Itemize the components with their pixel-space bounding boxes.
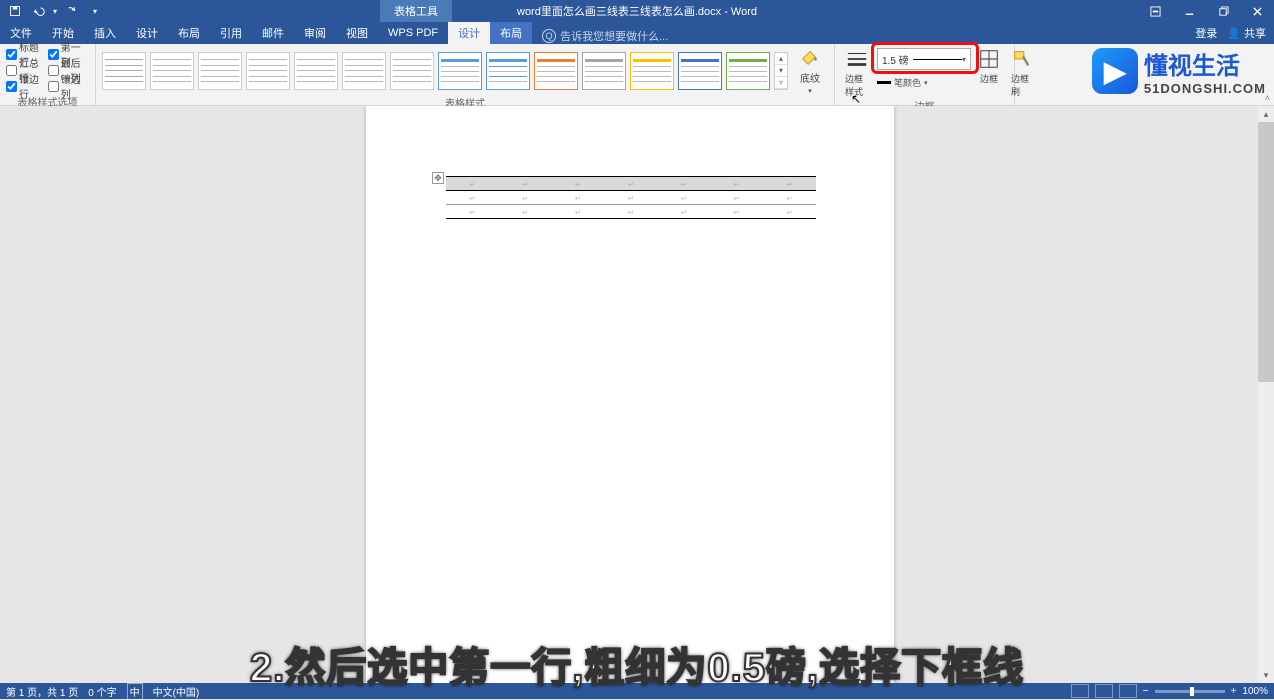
- group-borders: 边框样式 1.5 磅 ▾ 笔颜色▾ 边框 边框刷: [835, 44, 1015, 105]
- minimize-button[interactable]: [1172, 0, 1206, 22]
- style-thumb[interactable]: [102, 52, 146, 90]
- restore-button[interactable]: [1206, 0, 1240, 22]
- style-thumb[interactable]: [390, 52, 434, 90]
- pen-color-button[interactable]: 笔颜色▾: [877, 76, 971, 89]
- borders-icon: [978, 48, 1000, 70]
- zoom-level[interactable]: 100%: [1242, 686, 1268, 697]
- group-table-style-options: 标题行 汇总行 镶边行 第一列 最后一列 镶边列 表格样式选项: [0, 44, 96, 105]
- scroll-thumb[interactable]: [1258, 122, 1274, 382]
- style-thumb[interactable]: [294, 52, 338, 90]
- style-thumb[interactable]: [438, 52, 482, 90]
- qat-customize-button[interactable]: ▾: [84, 1, 106, 21]
- view-web-button[interactable]: [1119, 684, 1137, 698]
- tab-table-design[interactable]: 设计: [448, 22, 490, 44]
- tab-view[interactable]: 视图: [336, 22, 378, 44]
- table-row[interactable]: [446, 205, 816, 219]
- pen-weight-value: 1.5 磅: [882, 52, 909, 67]
- chevron-down-icon: ▾: [962, 55, 966, 64]
- style-thumb[interactable]: [630, 52, 674, 90]
- border-styles-button[interactable]: 边框样式: [841, 48, 873, 98]
- paint-bucket-icon: [799, 46, 821, 68]
- ribbon: 标题行 汇总行 镶边行 第一列 最后一列 镶边列 表格样式选项: [0, 44, 1274, 106]
- zoom-slider[interactable]: [1155, 690, 1225, 693]
- collapse-ribbon-button[interactable]: ˄: [1265, 93, 1270, 103]
- qat-sep: ▾: [52, 1, 58, 21]
- window-controls: [1138, 0, 1274, 22]
- tell-me-placeholder: 告诉我您想要做什么...: [560, 28, 668, 44]
- style-thumb[interactable]: [246, 52, 290, 90]
- status-lang-icon[interactable]: 中: [127, 683, 143, 700]
- title-bar: ▾ ▾ 表格工具 word里面怎么画三线表三线表怎么画.docx - Word: [0, 0, 1274, 22]
- view-print-button[interactable]: [1095, 684, 1113, 698]
- table-move-handle[interactable]: ✥: [432, 172, 444, 184]
- border-style-icon: [846, 48, 868, 70]
- status-words[interactable]: 0 个字: [88, 684, 116, 699]
- scroll-up-button[interactable]: ▴: [1258, 106, 1274, 122]
- tab-mailings[interactable]: 邮件: [252, 22, 294, 44]
- undo-button[interactable]: [28, 1, 50, 21]
- tab-review[interactable]: 审阅: [294, 22, 336, 44]
- tab-design[interactable]: 设计: [126, 22, 168, 44]
- tab-table-layout[interactable]: 布局: [490, 22, 532, 44]
- tell-me-search[interactable]: Q 告诉我您想要做什么...: [542, 28, 668, 44]
- pen-color-swatch-icon: [877, 81, 891, 84]
- style-thumb[interactable]: [582, 52, 626, 90]
- border-painter-icon: [1011, 48, 1033, 70]
- opt-banded-rows[interactable]: 镶边行: [6, 78, 40, 94]
- pen-weight-dropdown[interactable]: 1.5 磅 ▾: [877, 48, 971, 70]
- opt-banded-cols[interactable]: 镶边列: [48, 78, 89, 94]
- status-page[interactable]: 第 1 页，共 1 页: [6, 684, 78, 699]
- tab-wps-pdf[interactable]: WPS PDF: [378, 22, 448, 44]
- save-button[interactable]: [4, 1, 26, 21]
- scroll-down-button[interactable]: ▾: [1258, 667, 1274, 683]
- tab-layout[interactable]: 布局: [168, 22, 210, 44]
- status-right: − + 100%: [1071, 684, 1268, 698]
- document-table[interactable]: [446, 176, 816, 219]
- status-bar: 第 1 页，共 1 页 0 个字 中 中文(中国) − + 100%: [0, 683, 1274, 699]
- style-thumb[interactable]: [342, 52, 386, 90]
- gallery-scroll[interactable]: ▴▾▿: [774, 52, 788, 90]
- page: ✥: [366, 106, 894, 683]
- redo-button[interactable]: [60, 1, 82, 21]
- tab-insert[interactable]: 插入: [84, 22, 126, 44]
- style-thumb[interactable]: [486, 52, 530, 90]
- contextual-tab-label: 表格工具: [380, 0, 452, 22]
- line-preview-icon: [913, 59, 962, 60]
- view-read-button[interactable]: [1071, 684, 1089, 698]
- document-area[interactable]: ✥: [0, 106, 1258, 683]
- table-style-gallery[interactable]: ▴▾▿: [102, 52, 788, 90]
- vertical-scrollbar[interactable]: ▴ ▾: [1258, 106, 1274, 683]
- lightbulb-icon: Q: [542, 29, 556, 43]
- share-button[interactable]: 👤 共享: [1227, 25, 1266, 41]
- style-thumb[interactable]: [726, 52, 770, 90]
- style-thumb[interactable]: [678, 52, 722, 90]
- close-button[interactable]: [1240, 0, 1274, 22]
- border-painter-button[interactable]: 边框刷: [1007, 48, 1037, 98]
- style-thumb[interactable]: [198, 52, 242, 90]
- status-lang[interactable]: 中文(中国): [153, 684, 200, 699]
- table-row[interactable]: [446, 177, 816, 191]
- zoom-in-button[interactable]: +: [1231, 686, 1237, 697]
- account-area: 登录 👤 共享: [1195, 22, 1266, 44]
- group-table-styles: ▴▾▿ 底纹▾ 表格样式: [96, 44, 835, 105]
- zoom-out-button[interactable]: −: [1143, 686, 1149, 697]
- borders-button[interactable]: 边框: [975, 48, 1003, 85]
- tab-references[interactable]: 引用: [210, 22, 252, 44]
- style-thumb[interactable]: [534, 52, 578, 90]
- ribbon-tab-bar: 文件 开始 插入 设计 布局 引用 邮件 审阅 视图 WPS PDF 设计 布局…: [0, 22, 1274, 44]
- window-title: word里面怎么画三线表三线表怎么画.docx - Word: [0, 3, 1274, 19]
- table-row[interactable]: [446, 191, 816, 205]
- shading-button[interactable]: 底纹▾: [792, 46, 828, 95]
- quick-access-toolbar: ▾ ▾: [0, 1, 106, 21]
- login-link[interactable]: 登录: [1195, 25, 1217, 41]
- style-thumb[interactable]: [150, 52, 194, 90]
- table-wrapper: ✥: [446, 176, 816, 219]
- ribbon-options-button[interactable]: [1138, 0, 1172, 22]
